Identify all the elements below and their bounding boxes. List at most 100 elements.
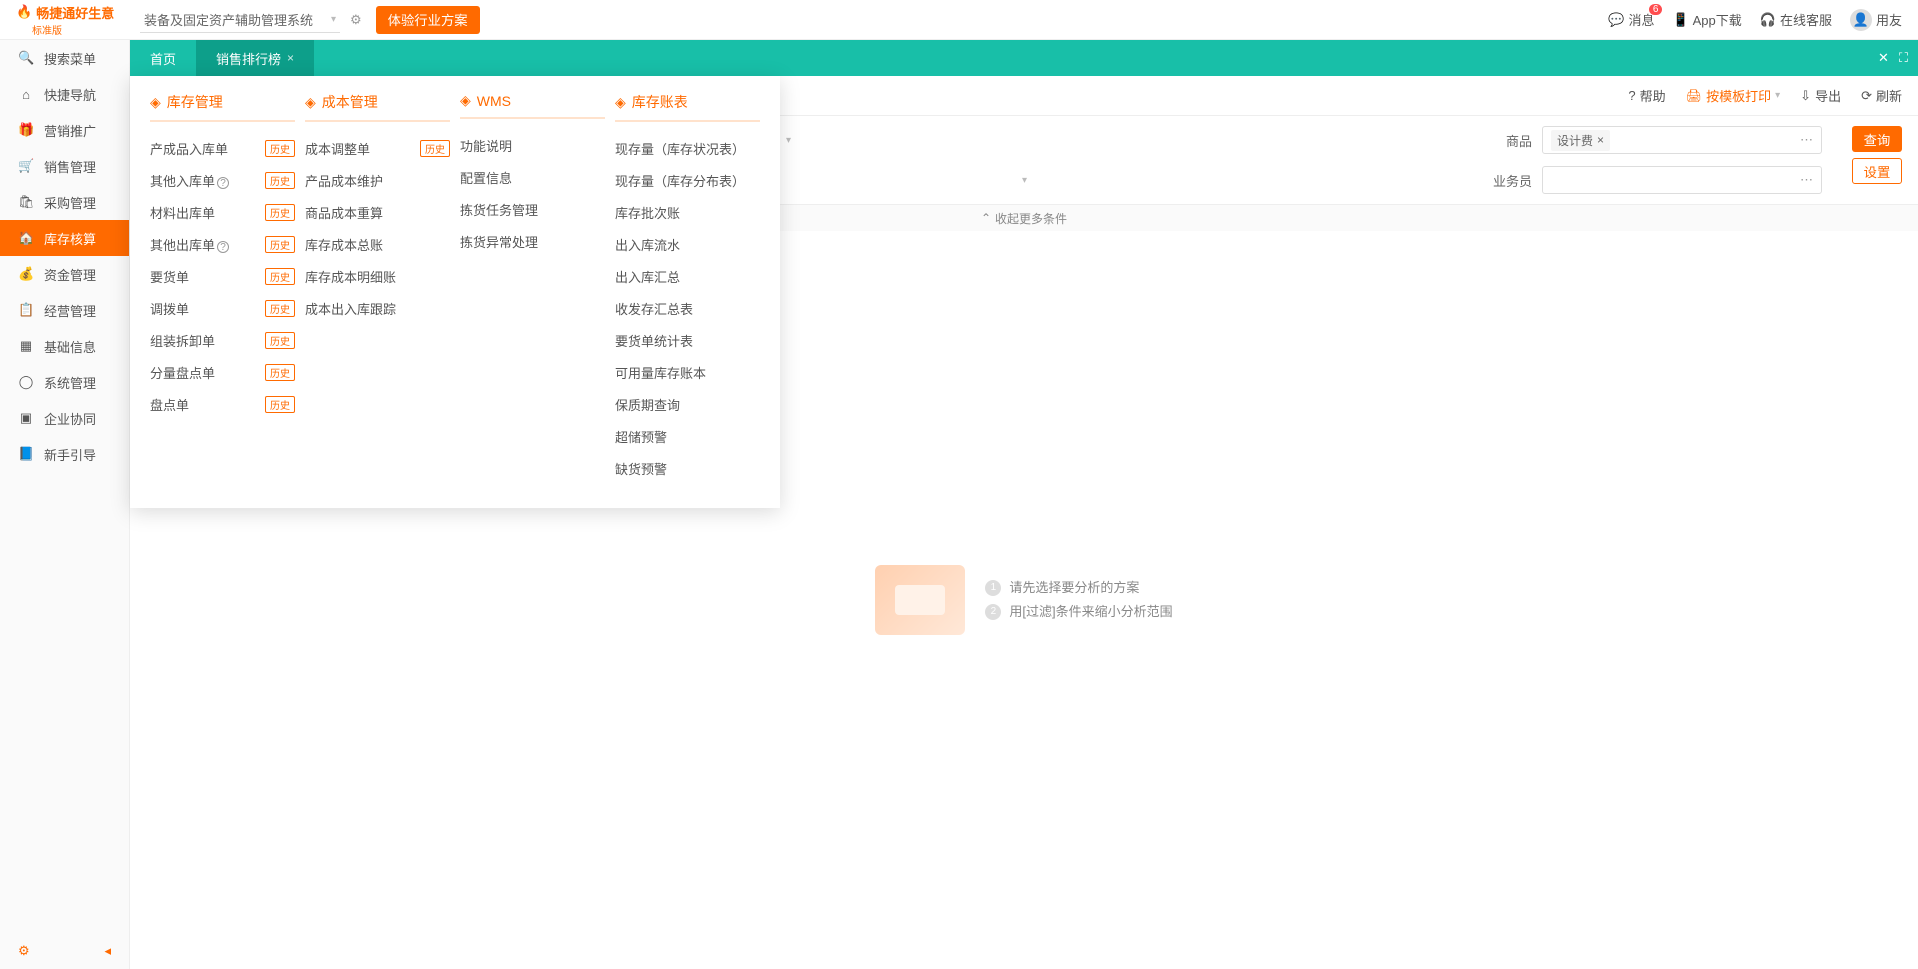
flyout-item[interactable]: 超储预警 [615, 420, 760, 452]
flyout-item[interactable]: 缺货预警 [615, 452, 760, 484]
flyout-item[interactable]: 配置信息 [460, 161, 605, 193]
sidebar-item[interactable]: 📘新手引导 [0, 436, 129, 472]
product-label: 商品 [1492, 131, 1532, 150]
export-button[interactable]: ⇩ 导出 [1800, 86, 1841, 105]
logo-brand-text: 畅捷通好生意 [36, 3, 114, 22]
print-icon: 🖨 [1686, 88, 1703, 104]
history-tag[interactable]: 历史 [265, 236, 295, 253]
flyout-item[interactable]: 要货单统计表 [615, 324, 760, 356]
chevron-down-icon[interactable]: ▾ [1022, 175, 1027, 186]
flyout-item[interactable]: 现存量（库存分布表） [615, 164, 760, 196]
user-menu[interactable]: 👤 用友 [1850, 9, 1902, 31]
history-tag[interactable]: 历史 [420, 140, 450, 157]
sidebar-item[interactable]: ▦ 基础信息 [0, 328, 129, 364]
system-select[interactable]: 装备及固定资产辅助管理系统 ▾ [140, 7, 340, 33]
tag-close-icon[interactable]: × [1597, 133, 1604, 147]
tab[interactable]: 首页 [130, 40, 196, 76]
flyout-item-label: 超储预警 [615, 427, 667, 446]
query-button[interactable]: 查询 [1852, 126, 1902, 152]
history-tag[interactable]: 历史 [265, 204, 295, 221]
product-tag[interactable]: 设计费 × [1551, 130, 1610, 151]
flyout-item[interactable]: 现存量（库存状况表） [615, 132, 760, 164]
sidebar-icon: ▦ [18, 338, 34, 354]
flyout-item[interactable]: 其他出库单?历史 [150, 228, 295, 260]
flyout-item[interactable]: 要货单历史 [150, 260, 295, 292]
flyout-title: ◈成本管理 [305, 92, 450, 122]
flyout-item[interactable]: 盘点单历史 [150, 388, 295, 420]
service-link[interactable]: 🎧 在线客服 [1760, 10, 1832, 29]
experience-button[interactable]: 体验行业方案 [376, 6, 480, 34]
sidebar-item[interactable]: 🎁营销推广 [0, 112, 129, 148]
flyout-item[interactable]: 商品成本重算 [305, 196, 450, 228]
sidebar-item[interactable]: ⌂快捷导航 [0, 76, 129, 112]
flyout-item[interactable]: 可用量库存账本 [615, 356, 760, 388]
refresh-button[interactable]: ⟳ 刷新 [1861, 86, 1902, 105]
history-tag[interactable]: 历史 [265, 332, 295, 349]
logo-edition: 标准版 [32, 22, 62, 37]
history-tag[interactable]: 历史 [265, 172, 295, 189]
sidebar-item[interactable]: 🛒销售管理 [0, 148, 129, 184]
sales-input[interactable]: ⋯ [1542, 166, 1822, 194]
tab-close-all-icon[interactable]: ✕ [1878, 50, 1889, 66]
category-icon: ◈ [460, 92, 471, 109]
history-tag[interactable]: 历史 [265, 300, 295, 317]
flyout-item[interactable]: 拣货任务管理 [460, 193, 605, 225]
collapse-sidebar-icon[interactable]: ◂ [104, 943, 111, 959]
settings-button[interactable]: 设置 [1852, 158, 1902, 184]
flyout-item[interactable]: 成本出入库跟踪 [305, 292, 450, 324]
phone-icon: 📱 [1672, 12, 1688, 28]
fullscreen-icon[interactable]: ⛶ [1899, 50, 1908, 66]
flyout-item[interactable]: 拣货异常处理 [460, 225, 605, 257]
help-button[interactable]: ? 帮助 [1628, 86, 1665, 105]
flyout-item[interactable]: 库存批次账 [615, 196, 760, 228]
flyout-item[interactable]: 保质期查询 [615, 388, 760, 420]
flyout-item[interactable]: 出入库流水 [615, 228, 760, 260]
flyout-item[interactable]: 其他入库单?历史 [150, 164, 295, 196]
flyout-item[interactable]: 分量盘点单历史 [150, 356, 295, 388]
tip-number: 1 [985, 580, 1001, 596]
sidebar-item[interactable]: 🏠库存核算 [0, 220, 129, 256]
history-tag[interactable]: 历史 [265, 396, 295, 413]
category-icon: ◈ [305, 94, 316, 111]
flyout-item[interactable]: 组装拆卸单历史 [150, 324, 295, 356]
flyout-item[interactable]: 功能说明 [460, 129, 605, 161]
settings-icon[interactable]: ⚙ [18, 943, 30, 959]
history-tag[interactable]: 历史 [265, 364, 295, 381]
sidebar-item[interactable]: ▣企业协同 [0, 400, 129, 436]
chevron-down-icon[interactable]: ▾ [786, 135, 791, 146]
product-input[interactable]: 设计费 × ⋯ [1542, 126, 1822, 154]
flyout-item[interactable]: 产成品入库单 历史 [150, 132, 295, 164]
sidebar-item[interactable]: 🛍采购管理 [0, 184, 129, 220]
flyout-item[interactable]: 成本调整单历史 [305, 132, 450, 164]
app-download-link[interactable]: 📱 App下载 [1672, 10, 1741, 29]
messages-link[interactable]: 💬 消息 6 [1608, 10, 1654, 29]
history-tag[interactable]: 历史 [265, 140, 295, 157]
history-tag[interactable]: 历史 [265, 268, 295, 285]
flyout-item[interactable]: 材料出库单历史 [150, 196, 295, 228]
flyout-item-label: 产成品入库单 [150, 139, 228, 158]
app-download-label: App下载 [1693, 10, 1742, 29]
tab[interactable]: 销售排行榜× [196, 40, 314, 76]
more-icon[interactable]: ⋯ [1800, 172, 1813, 188]
sidebar-item[interactable]: 🔍搜索菜单 [0, 40, 129, 76]
flyout-item-label: 库存批次账 [615, 203, 680, 222]
more-icon[interactable]: ⋯ [1800, 132, 1813, 148]
flyout-item[interactable]: 出入库汇总 [615, 260, 760, 292]
flyout-item[interactable]: 库存成本明细账 [305, 260, 450, 292]
header: 🔥 畅捷通好生意 标准版 装备及固定资产辅助管理系统 ▾ ⚙ 体验行业方案 💬 … [0, 0, 1918, 40]
gear-icon[interactable]: ⚙ [350, 12, 362, 28]
print-template-button[interactable]: 🖨 按模板打印 ▾ [1686, 86, 1781, 105]
flyout-item[interactable]: 调拨单历史 [150, 292, 295, 324]
sidebar-label: 基础信息 [44, 337, 96, 356]
flyout-item[interactable]: 库存成本总账 [305, 228, 450, 260]
collapse-label: 收起更多条件 [995, 210, 1067, 227]
sidebar-label: 库存核算 [44, 229, 96, 248]
sidebar-item[interactable]: 💰资金管理 [0, 256, 129, 292]
flyout-item[interactable]: 收发存汇总表 [615, 292, 760, 324]
flyout-item[interactable]: 产品成本维护 [305, 164, 450, 196]
sidebar-item[interactable]: ◯系统管理 [0, 364, 129, 400]
tab-close-icon[interactable]: × [287, 51, 294, 65]
inventory-flyout: ◈库存管理产成品入库单历史其他入库单?历史材料出库单历史其他出库单?历史要货单历… [130, 76, 780, 508]
sidebar-item[interactable]: 📋经营管理 [0, 292, 129, 328]
tip-text: 用[过滤]条件来缩小分析范围 [1009, 600, 1172, 624]
